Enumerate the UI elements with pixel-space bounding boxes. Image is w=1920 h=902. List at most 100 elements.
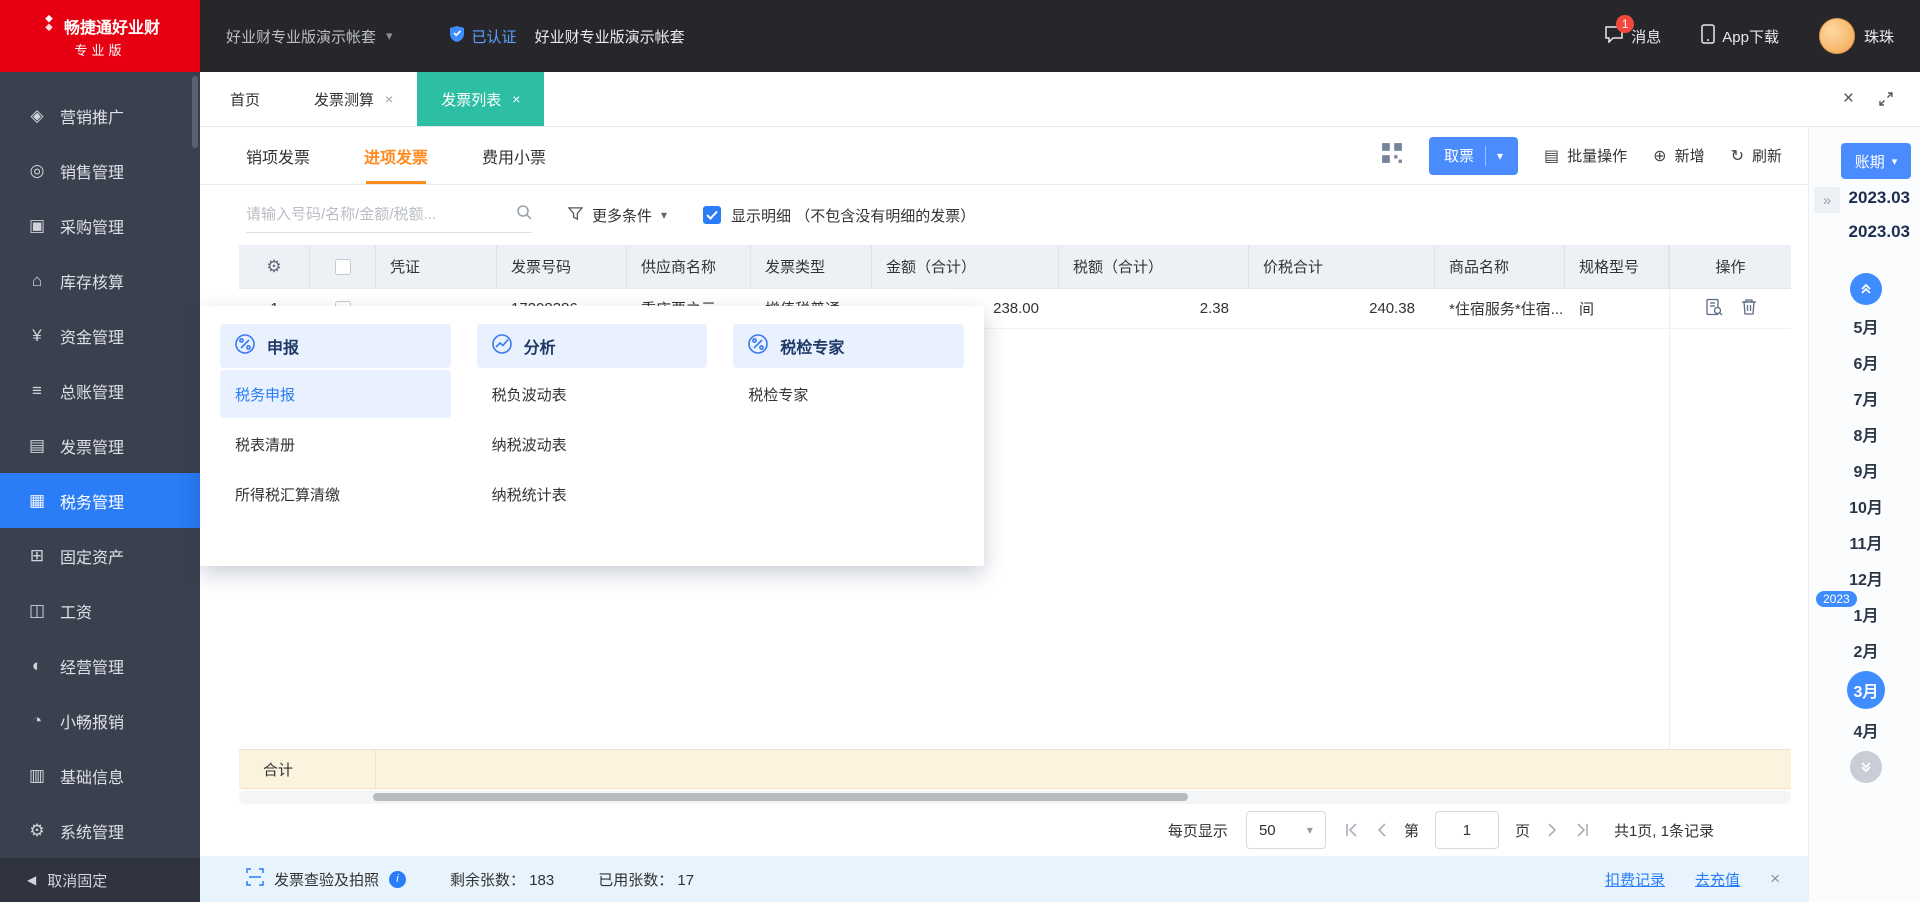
cell-tax: 2.38: [1199, 300, 1229, 317]
chevron-down-icon: ▾: [1891, 155, 1898, 168]
fetch-invoice-button[interactable]: 取票 ▾: [1428, 136, 1519, 175]
avatar: [1818, 18, 1855, 54]
last-page-button[interactable]: [1574, 823, 1590, 837]
menu-item-tax-burden-fluctuation[interactable]: 税负波动表: [477, 370, 708, 418]
horizontal-scrollbar-thumb[interactable]: [373, 793, 1188, 801]
month-dec[interactable]: 12月: [1844, 563, 1888, 593]
prev-page-button[interactable]: [1376, 823, 1388, 837]
scroll-months-up-icon[interactable]: [1850, 273, 1882, 305]
menu-item-tax-statistics[interactable]: 纳税统计表: [477, 470, 708, 518]
account-set-dropdown[interactable]: 好业财专业版演示帐套 ▾: [226, 26, 393, 47]
qr-scan-icon[interactable]: [1381, 142, 1403, 169]
search-icon[interactable]: [516, 204, 532, 225]
batch-actions-button[interactable]: ▤ 批量操作: [1544, 145, 1627, 166]
unpin-sidebar-button[interactable]: ◀ 取消固定: [0, 858, 200, 902]
subtab-output-invoices[interactable]: 销项发票: [246, 127, 310, 184]
sidebar-item-payroll[interactable]: ◫ 工资: [0, 583, 200, 638]
month-aug[interactable]: 8月: [1844, 419, 1888, 449]
period-to: 2023.03: [1848, 222, 1910, 241]
sidebar-item-system[interactable]: ⚙ 系统管理: [0, 803, 200, 858]
close-bottom-bar-icon[interactable]: ×: [1770, 869, 1780, 889]
sidebar-item-funds[interactable]: ¥ 资金管理: [0, 308, 200, 363]
sidebar-item-purchase[interactable]: ▣ 采购管理: [0, 198, 200, 253]
sidebar-scrollbar[interactable]: [192, 76, 198, 148]
sidebar-item-expense[interactable]: ◔ 小畅报销: [0, 693, 200, 748]
first-page-button[interactable]: [1344, 823, 1360, 837]
system-gear-icon: ⚙: [29, 820, 45, 840]
app-download-button[interactable]: App下载: [1701, 24, 1779, 48]
month-sep[interactable]: 9月: [1844, 455, 1888, 485]
total-row: 合计: [239, 749, 1791, 789]
chevron-down-icon: ▾: [661, 208, 668, 222]
add-button[interactable]: ⊕ 新增: [1653, 145, 1704, 166]
month-selector: 5月 6月 7月 8月 9月 10月 11月 12月 1月 2月 3月 4月 2…: [1816, 273, 1894, 783]
remaining-count: 剩余张数： 183: [450, 871, 555, 889]
sidebar-item-base-info[interactable]: ▥ 基础信息: [0, 748, 200, 803]
next-page-button[interactable]: [1546, 823, 1558, 837]
phone-icon: [1701, 24, 1716, 48]
topbar: 畅捷通好业财 专业版 好业财专业版演示帐套 ▾ 已认证 好业财专业版演示帐套 1…: [0, 0, 1920, 72]
close-all-icon[interactable]: ×: [1843, 88, 1854, 110]
month-mar-active[interactable]: 3月: [1847, 671, 1885, 709]
sidebar-menu: ▢项目合同 ◈营销推广 ◎销售管理 ▣采购管理 ⌂库存核算 ¥资金管理 ≡总账管…: [0, 33, 200, 858]
month-oct[interactable]: 10月: [1844, 491, 1888, 521]
period-button[interactable]: 账期 ▾: [1841, 143, 1911, 179]
menu-item-tax-form-list[interactable]: 税表清册: [220, 420, 451, 468]
sidebar-item-operations[interactable]: ◐ 经营管理: [0, 638, 200, 693]
page-number-input[interactable]: [1434, 811, 1499, 849]
subtab-expense-receipts[interactable]: 费用小票: [482, 127, 546, 184]
tab-invoice-calc[interactable]: 发票测算 ×: [290, 72, 417, 126]
collapse-panel-icon[interactable]: »: [1814, 187, 1840, 213]
month-nov[interactable]: 11月: [1844, 527, 1888, 557]
search-input[interactable]: [246, 206, 508, 223]
delete-row-icon[interactable]: [1741, 298, 1757, 320]
tab-home[interactable]: 首页: [200, 72, 290, 126]
sidebar-item-inventory[interactable]: ⌂ 库存核算: [0, 253, 200, 308]
sidebar-item-general-ledger[interactable]: ≡ 总账管理: [0, 363, 200, 418]
menu-item-tax-declaration[interactable]: 税务申报: [220, 370, 451, 418]
close-tab-icon[interactable]: ×: [512, 91, 520, 107]
bottom-bar: 发票查验及拍照 i 剩余张数： 183 已用张数： 17 扣费记录 去充值 ×: [200, 856, 1808, 902]
ledger-icon: ≡: [32, 380, 42, 400]
recharge-link[interactable]: 去充值: [1695, 869, 1740, 890]
subtab-input-invoices[interactable]: 进项发票: [364, 127, 428, 184]
tab-invoice-list[interactable]: 发票列表 ×: [417, 72, 545, 126]
more-conditions-button[interactable]: 更多条件 ▾: [567, 205, 668, 226]
preview-invoice-icon[interactable]: [1705, 298, 1723, 320]
maximize-icon[interactable]: [1878, 91, 1894, 107]
info-icon[interactable]: i: [389, 870, 407, 888]
month-apr[interactable]: 4月: [1844, 715, 1888, 745]
month-may[interactable]: 5月: [1844, 311, 1888, 341]
menu-item-income-tax-settlement[interactable]: 所得税汇算清缴: [220, 470, 451, 518]
menu-item-tax-expert[interactable]: 税检专家: [733, 370, 964, 418]
base-info-icon: ▥: [28, 765, 46, 785]
close-tab-icon[interactable]: ×: [385, 91, 393, 107]
cell-spec: 间: [1579, 301, 1595, 318]
user-menu[interactable]: 珠珠: [1818, 18, 1894, 54]
sidebar-item-marketing[interactable]: ◈ 营销推广: [0, 88, 200, 143]
fee-record-link[interactable]: 扣费记录: [1605, 869, 1665, 890]
sidebar-item-sales[interactable]: ◎ 销售管理: [0, 143, 200, 198]
show-detail-checkbox[interactable]: 显示明细 （不包含没有明细的发票）: [703, 205, 975, 226]
checkbox-checked-icon[interactable]: [703, 206, 722, 224]
per-page-select[interactable]: 50 ▾: [1245, 811, 1326, 849]
month-jun[interactable]: 6月: [1844, 347, 1888, 377]
month-jul[interactable]: 7月: [1844, 383, 1888, 413]
month-feb[interactable]: 2月: [1844, 635, 1888, 665]
column-settings-icon[interactable]: ⚙: [266, 257, 281, 277]
select-all-checkbox[interactable]: [334, 258, 351, 275]
plus-circle-icon: ⊕: [1653, 147, 1667, 165]
horizontal-scrollbar[interactable]: [239, 790, 1791, 804]
funds-icon: ¥: [32, 325, 42, 345]
invoice-icon: ▤: [28, 435, 46, 455]
sidebar-item-invoice[interactable]: ▤ 发票管理: [0, 418, 200, 473]
messages-button[interactable]: 1 消息: [1604, 15, 1661, 47]
menu-item-tax-payment-fluctuation[interactable]: 纳税波动表: [477, 420, 708, 468]
subtab-toolbar-row: 销项发票 进项发票 费用小票 取票 ▾ ▤ 批量操作 ⊕ 新增 ↻ 刷新: [200, 127, 1808, 185]
declare-icon: [234, 333, 256, 360]
invoice-verify-button[interactable]: 发票查验及拍照 i: [246, 868, 407, 890]
refresh-button[interactable]: ↻ 刷新: [1731, 145, 1782, 166]
scroll-months-down-icon[interactable]: [1850, 751, 1882, 783]
sidebar-item-tax[interactable]: ▦ 税务管理: [0, 473, 200, 528]
sidebar-item-fixed-assets[interactable]: ⊞ 固定资产: [0, 528, 200, 583]
